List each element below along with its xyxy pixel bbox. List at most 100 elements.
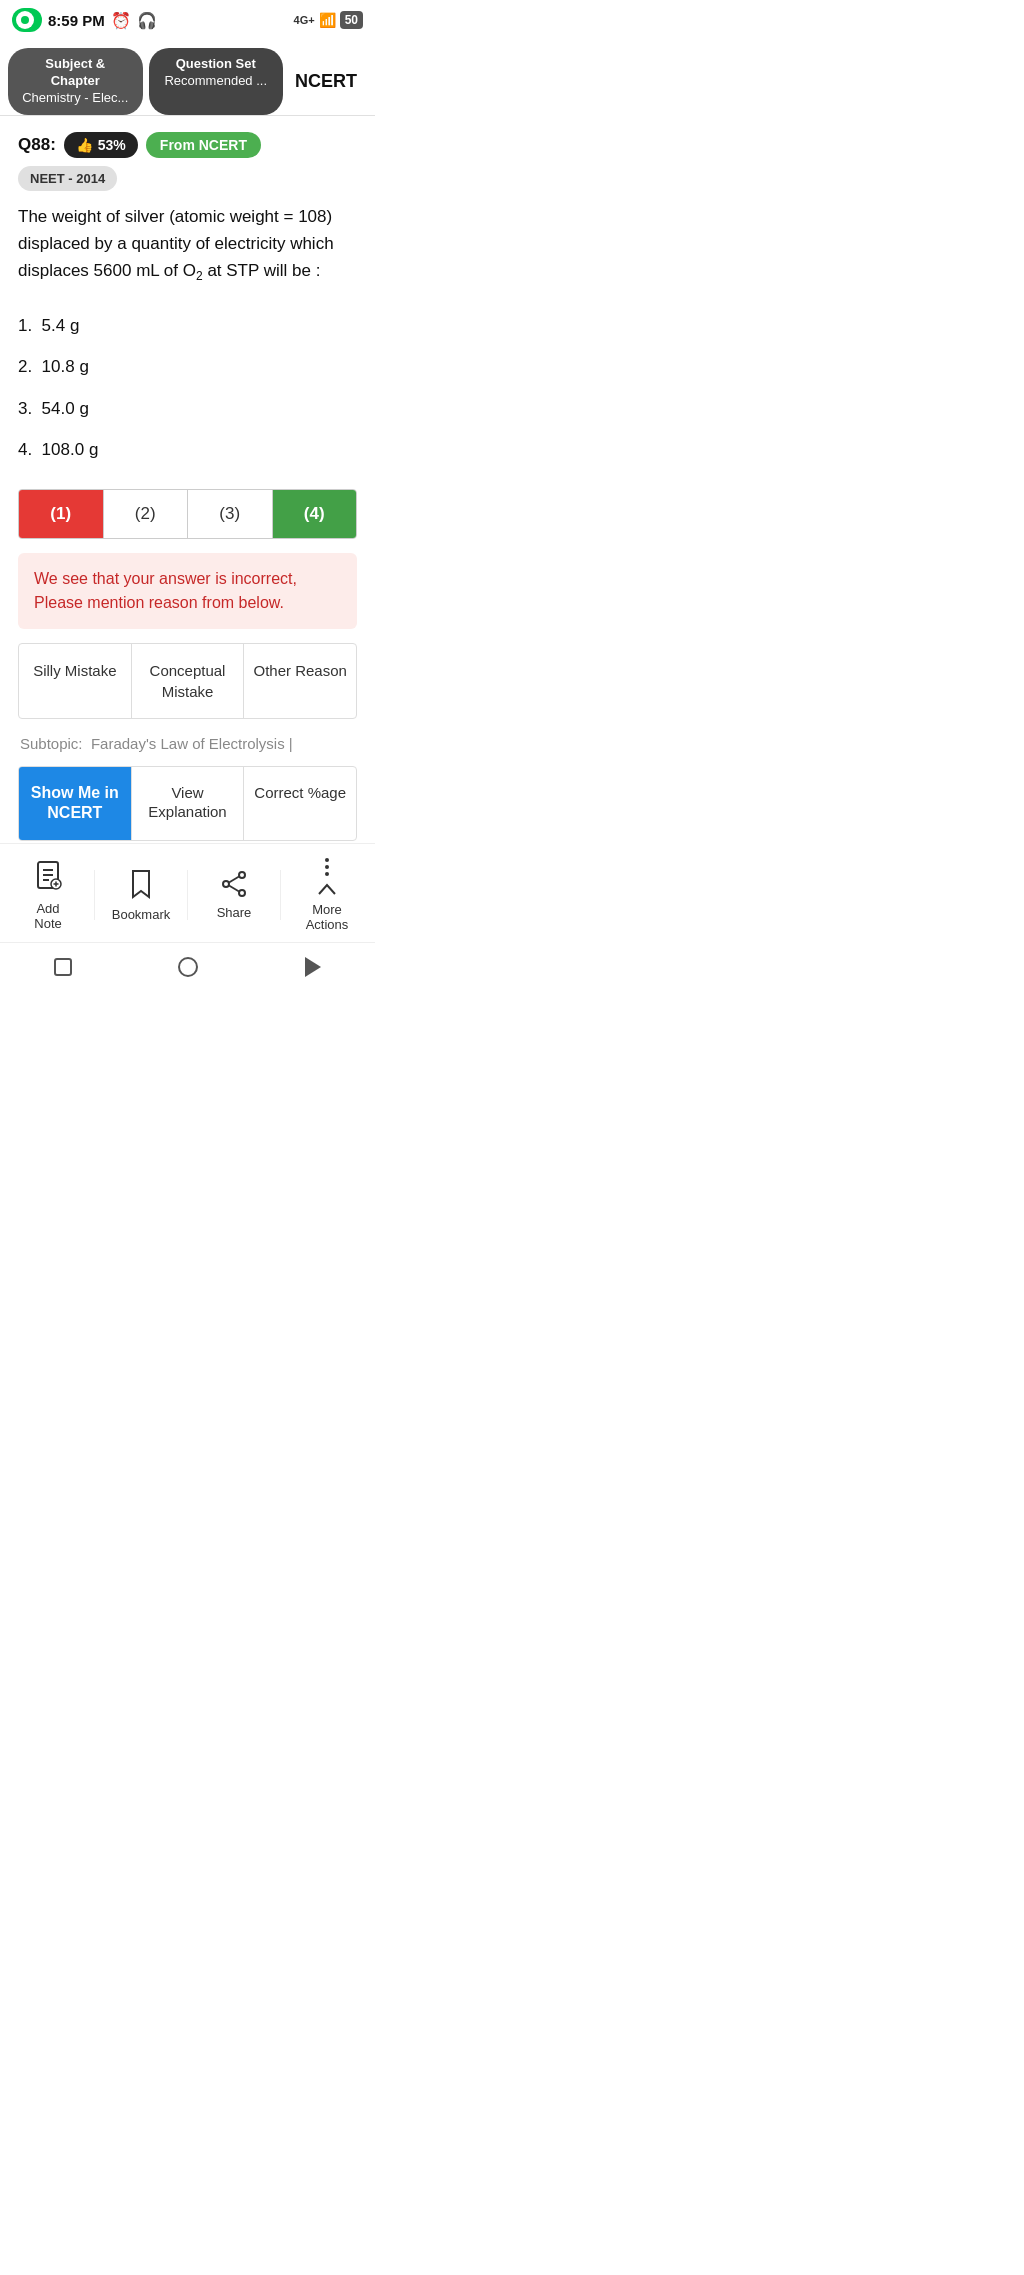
status-time: 8:59 PM — [48, 12, 105, 29]
reason-row: Silly Mistake ConceptualMistake Other Re… — [18, 643, 357, 719]
dot-1 — [325, 858, 329, 862]
dot-3 — [325, 872, 329, 876]
share-label: Share — [217, 905, 252, 920]
svg-point-8 — [239, 872, 245, 878]
recents-icon — [54, 958, 72, 976]
subtopic-value: Faraday's Law of Electrolysis | — [87, 735, 293, 752]
bookmark-icon — [129, 869, 153, 903]
subtopic-row: Subtopic: Faraday's Law of Electrolysis … — [18, 735, 357, 752]
answer-label-1: (1) — [50, 504, 71, 523]
add-note-label: Add Note — [34, 901, 61, 931]
view-explanation-button[interactable]: View Explanation — [132, 767, 245, 841]
add-note-button[interactable]: Add Note — [4, 856, 92, 935]
subject-chapter-tab[interactable]: Subject & Chapter Chemistry - Elec... — [8, 48, 143, 115]
view-explanation-label: View Explanation — [148, 784, 226, 821]
note-icon-svg — [34, 860, 62, 890]
add-note-icon — [34, 860, 62, 897]
show-ncert-button[interactable]: Show Me in NCERT — [19, 767, 132, 841]
more-actions-label: More Actions — [306, 902, 349, 932]
three-dots-icon — [325, 858, 329, 876]
subject-chapter-sub: Chemistry - Elec... — [22, 90, 129, 107]
answer-row: (1) (2) (3) (4) — [18, 489, 357, 539]
show-ncert-line2: NCERT — [47, 804, 102, 821]
question-set-tab[interactable]: Question Set Recommended ... — [149, 48, 284, 115]
answer-label-3: (3) — [219, 504, 240, 523]
bookmark-button[interactable]: Bookmark — [97, 865, 185, 926]
reason-other[interactable]: Other Reason — [244, 644, 356, 718]
answer-cell-1[interactable]: (1) — [19, 490, 104, 538]
correct-percentage-label: Correct %age — [254, 784, 346, 801]
bookmark-label: Bookmark — [112, 907, 171, 922]
dot-2 — [325, 865, 329, 869]
reason-silly-label: Silly Mistake — [33, 662, 116, 679]
more-actions-button[interactable]: More Actions — [283, 854, 371, 936]
show-ncert-line1: Show Me in — [31, 784, 119, 801]
reason-conceptual[interactable]: ConceptualMistake — [132, 644, 245, 718]
answer-cell-4[interactable]: (4) — [273, 490, 357, 538]
battery-indicator: 50 — [340, 11, 363, 29]
thumb-icon: 👍 — [76, 137, 93, 153]
divider-1 — [94, 870, 95, 920]
share-icon — [220, 871, 248, 901]
subject-chapter-label: Subject & Chapter — [22, 56, 129, 90]
answer-label-2: (2) — [135, 504, 156, 523]
answer-cell-2[interactable]: (2) — [104, 490, 189, 538]
bottom-toolbar: Add Note Bookmark Share — [0, 843, 375, 942]
neet-badge: NEET - 2014 — [18, 166, 117, 191]
nav-home-button[interactable] — [174, 953, 202, 981]
share-button[interactable]: Share — [190, 867, 278, 924]
like-percent: 53% — [98, 137, 126, 153]
chevron-up-icon — [317, 882, 337, 896]
svg-line-11 — [229, 885, 239, 891]
back-icon — [305, 957, 321, 977]
divider-2 — [187, 870, 188, 920]
camera-icon — [16, 11, 34, 29]
nav-recents-button[interactable] — [49, 953, 77, 981]
tab-bar: Subject & Chapter Chemistry - Elec... Qu… — [0, 40, 375, 116]
incorrect-message: We see that your answer is incorrect, Pl… — [34, 570, 297, 611]
main-content: Q88: 👍 53% From NCERT NEET - 2014 The we… — [0, 116, 375, 842]
option-3[interactable]: 3. 54.0 g — [18, 388, 357, 430]
more-actions-line2: Actions — [306, 917, 349, 932]
more-actions-icon — [317, 858, 337, 896]
answer-label-4: (4) — [304, 504, 325, 523]
more-actions-line1: More — [312, 902, 342, 917]
headphone-icon: 🎧 — [137, 11, 157, 30]
question-header: Q88: 👍 53% From NCERT NEET - 2014 — [18, 132, 357, 191]
option-2[interactable]: 2. 10.8 g — [18, 346, 357, 388]
signal-icon: 📶 — [319, 12, 336, 28]
like-badge: 👍 53% — [64, 132, 138, 158]
answer-cell-3[interactable]: (3) — [188, 490, 273, 538]
reason-conceptual-label: ConceptualMistake — [150, 662, 226, 700]
share-icon-svg — [220, 871, 248, 897]
home-icon — [178, 957, 198, 977]
camera-toggle[interactable] — [12, 8, 42, 32]
svg-point-7 — [223, 881, 229, 887]
question-number: Q88: — [18, 135, 56, 155]
alarm-icon: ⏰ — [111, 11, 131, 30]
ncert-tab-label: NCERT — [295, 71, 357, 92]
nav-back-button[interactable] — [299, 953, 327, 981]
add-note-line2: Note — [34, 916, 61, 931]
correct-percentage-button[interactable]: Correct %age — [244, 767, 356, 841]
question-set-label: Question Set — [163, 56, 270, 73]
option-4[interactable]: 4. 108.0 g — [18, 429, 357, 471]
reason-other-label: Other Reason — [253, 662, 346, 679]
subtopic-label: Subtopic: — [20, 735, 83, 752]
network-label: 4G+ — [294, 14, 315, 26]
svg-line-10 — [229, 876, 239, 882]
bookmark-icon-svg — [129, 869, 153, 899]
question-text: The weight of silver (atomic weight = 10… — [18, 203, 357, 287]
status-left: 8:59 PM ⏰ 🎧 — [12, 8, 157, 32]
system-nav-bar — [0, 942, 375, 995]
reason-silly[interactable]: Silly Mistake — [19, 644, 132, 718]
action-row: Show Me in NCERT View Explanation Correc… — [18, 766, 357, 842]
divider-3 — [280, 870, 281, 920]
status-bar: 8:59 PM ⏰ 🎧 4G+ 📶 50 — [0, 0, 375, 40]
status-icons: 4G+ 📶 50 — [294, 11, 363, 29]
incorrect-notice: We see that your answer is incorrect, Pl… — [18, 553, 357, 629]
question-set-sub: Recommended ... — [163, 73, 270, 90]
ncert-tab[interactable]: NCERT — [289, 48, 367, 115]
add-note-line1: Add — [36, 901, 59, 916]
option-1[interactable]: 1. 5.4 g — [18, 305, 357, 347]
